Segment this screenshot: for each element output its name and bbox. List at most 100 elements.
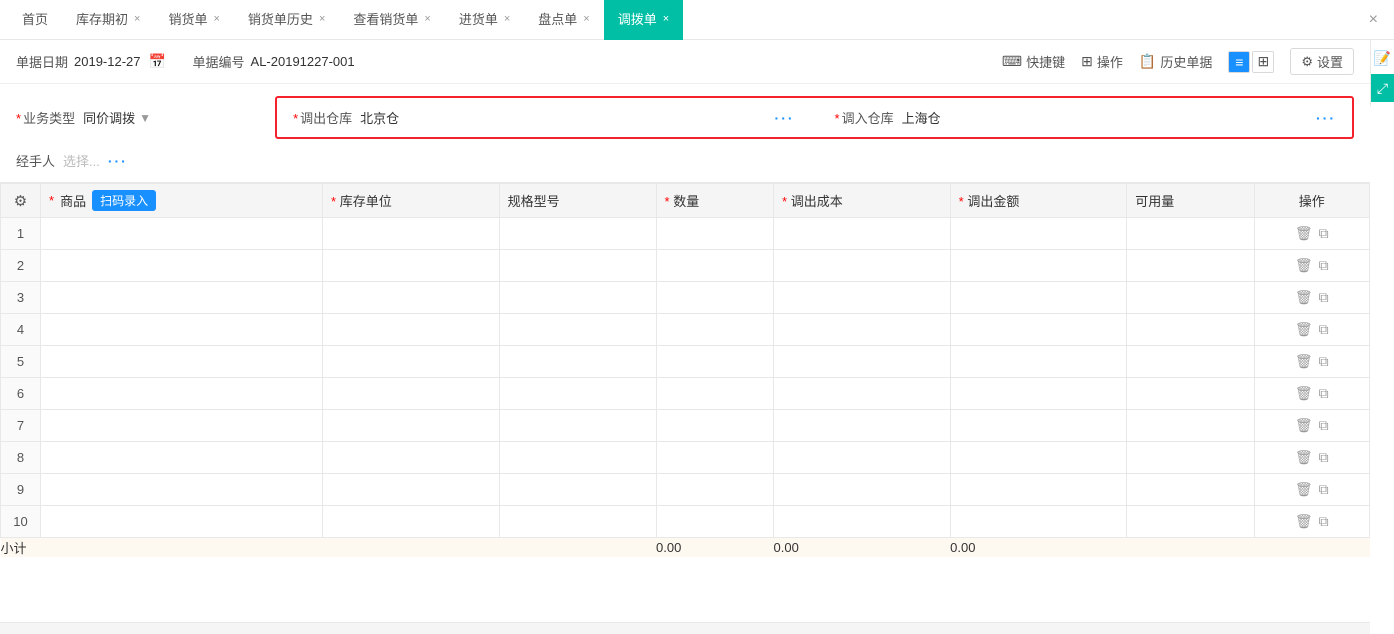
tab-sales-history[interactable]: 销货单历史 × xyxy=(234,0,339,40)
row-cost-8[interactable] xyxy=(774,442,951,474)
tab-close-sales-history[interactable]: × xyxy=(319,13,325,25)
table-gear-icon[interactable]: ⚙ xyxy=(14,193,27,210)
settings-label: 设置 xyxy=(1317,52,1343,71)
row-product-2[interactable] xyxy=(41,250,323,282)
delete-icon-6[interactable]: 🗑 xyxy=(1295,385,1313,402)
tab-label-purchase: 进货单 xyxy=(459,9,498,28)
row-quantity-3[interactable] xyxy=(656,282,774,314)
sidebar-expand-icon[interactable]: ⤢ xyxy=(1371,74,1394,102)
delete-icon-4[interactable]: 🗑 xyxy=(1295,321,1313,338)
handler-input[interactable]: 选择... xyxy=(63,151,100,170)
tab-close-transfer[interactable]: × xyxy=(663,13,669,25)
row-amount-5 xyxy=(950,346,1127,378)
scan-input-button[interactable]: 扫码录入 xyxy=(92,190,156,211)
copy-icon-8[interactable]: ⧉ xyxy=(1319,449,1329,466)
tab-close-purchase[interactable]: × xyxy=(504,13,510,25)
row-quantity-5[interactable] xyxy=(656,346,774,378)
row-num-6: 6 xyxy=(1,378,41,410)
copy-icon-7[interactable]: ⧉ xyxy=(1319,417,1329,434)
row-cost-10[interactable] xyxy=(774,506,951,538)
grid-view-button[interactable]: ⊞ xyxy=(1252,51,1274,73)
sidebar-notes-icon[interactable]: 📝 xyxy=(1371,44,1394,72)
row-quantity-10[interactable] xyxy=(656,506,774,538)
toolbar-right-actions: ⌨ 快捷键 ⊞ 操作 📋 历史单据 ≡ ⊞ ⚙ 设置 xyxy=(1002,48,1354,75)
handler-label: 经手人 xyxy=(16,151,55,170)
delete-icon-10[interactable]: 🗑 xyxy=(1295,513,1313,530)
tab-close-stocktake[interactable]: × xyxy=(583,13,589,25)
tab-inventory-init[interactable]: 库存期初 × xyxy=(62,0,154,40)
shortcut-button[interactable]: ⌨ 快捷键 xyxy=(1002,52,1065,71)
history-button[interactable]: 📋 历史单据 xyxy=(1139,52,1212,71)
tab-home[interactable]: 首页 xyxy=(8,0,62,40)
settings-button[interactable]: ⚙ 设置 xyxy=(1290,48,1354,75)
delete-icon-2[interactable]: 🗑 xyxy=(1295,257,1313,274)
delete-icon-3[interactable]: 🗑 xyxy=(1295,289,1313,306)
row-cost-9[interactable] xyxy=(774,474,951,506)
row-product-10[interactable] xyxy=(41,506,323,538)
tab-close-inventory-init[interactable]: × xyxy=(134,13,140,25)
row-spec-8 xyxy=(499,442,656,474)
window-close-button[interactable]: × xyxy=(1361,11,1386,29)
delete-icon-8[interactable]: 🗑 xyxy=(1295,449,1313,466)
row-quantity-9[interactable] xyxy=(656,474,774,506)
calendar-icon[interactable]: 📅 xyxy=(147,51,169,73)
tab-transfer[interactable]: 调拨单 × xyxy=(604,0,683,40)
row-cost-1[interactable] xyxy=(774,218,951,250)
operate-button[interactable]: ⊞ 操作 xyxy=(1081,52,1123,71)
row-cost-7[interactable] xyxy=(774,410,951,442)
product-required-star: * xyxy=(49,193,54,208)
row-cost-5[interactable] xyxy=(774,346,951,378)
row-quantity-7[interactable] xyxy=(656,410,774,442)
tab-close-sales-order[interactable]: × xyxy=(213,13,219,25)
copy-icon-1[interactable]: ⧉ xyxy=(1319,225,1329,242)
row-cost-3[interactable] xyxy=(774,282,951,314)
transfer-in-more-button[interactable]: ··· xyxy=(1316,110,1336,126)
copy-icon-3[interactable]: ⧉ xyxy=(1319,289,1329,306)
row-num-7: 7 xyxy=(1,410,41,442)
delete-icon-5[interactable]: 🗑 xyxy=(1295,353,1313,370)
row-cost-2[interactable] xyxy=(774,250,951,282)
horizontal-scrollbar[interactable] xyxy=(0,622,1370,634)
tab-label-sales-order: 销货单 xyxy=(168,9,207,28)
copy-icon-4[interactable]: ⧉ xyxy=(1319,321,1329,338)
row-product-8[interactable] xyxy=(41,442,323,474)
copy-icon-9[interactable]: ⧉ xyxy=(1319,481,1329,498)
row-product-6[interactable] xyxy=(41,378,323,410)
tab-purchase[interactable]: 进货单 × xyxy=(445,0,524,40)
delete-icon-1[interactable]: 🗑 xyxy=(1295,225,1313,242)
row-available-2 xyxy=(1127,250,1254,282)
row-quantity-6[interactable] xyxy=(656,378,774,410)
tab-label-home: 首页 xyxy=(22,9,48,28)
handler-more-button[interactable]: ··· xyxy=(108,153,128,169)
row-product-4[interactable] xyxy=(41,314,323,346)
tab-close-view-sales[interactable]: × xyxy=(424,13,430,25)
row-product-3[interactable] xyxy=(41,282,323,314)
row-quantity-4[interactable] xyxy=(656,314,774,346)
row-available-6 xyxy=(1127,378,1254,410)
row-product-1[interactable] xyxy=(41,218,323,250)
copy-icon-2[interactable]: ⧉ xyxy=(1319,257,1329,274)
tab-stocktake[interactable]: 盘点单 × xyxy=(524,0,603,40)
row-product-7[interactable] xyxy=(41,410,323,442)
tab-view-sales[interactable]: 查看销货单 × xyxy=(339,0,444,40)
row-cost-6[interactable] xyxy=(774,378,951,410)
business-type-select[interactable]: 同价调拨 ▼ xyxy=(83,108,243,127)
row-product-5[interactable] xyxy=(41,346,323,378)
copy-icon-10[interactable]: ⧉ xyxy=(1319,513,1329,530)
transfer-out-more-button[interactable]: ··· xyxy=(775,110,795,126)
row-quantity-8[interactable] xyxy=(656,442,774,474)
row-unit-1 xyxy=(323,218,500,250)
row-cost-4[interactable] xyxy=(774,314,951,346)
row-quantity-1[interactable] xyxy=(656,218,774,250)
row-quantity-2[interactable] xyxy=(656,250,774,282)
row-unit-10 xyxy=(323,506,500,538)
row-available-10 xyxy=(1127,506,1254,538)
copy-icon-5[interactable]: ⧉ xyxy=(1319,353,1329,370)
delete-icon-7[interactable]: 🗑 xyxy=(1295,417,1313,434)
row-product-9[interactable] xyxy=(41,474,323,506)
tab-sales-order[interactable]: 销货单 × xyxy=(154,0,233,40)
table-header-unit: * 库存单位 xyxy=(323,184,500,218)
copy-icon-6[interactable]: ⧉ xyxy=(1319,385,1329,402)
list-view-button[interactable]: ≡ xyxy=(1228,51,1250,73)
delete-icon-9[interactable]: 🗑 xyxy=(1295,481,1313,498)
